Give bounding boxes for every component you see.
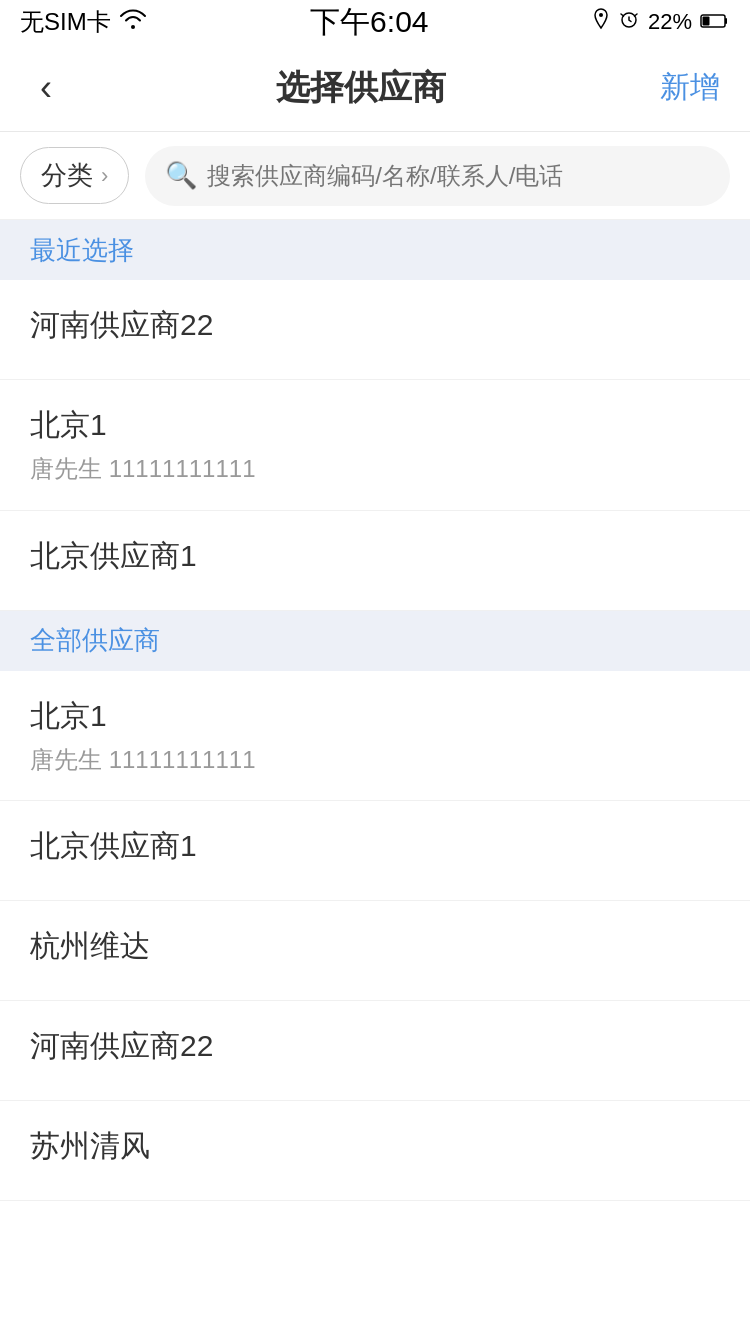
nav-bar: ‹ 选择供应商 新增 — [0, 44, 750, 132]
item-name: 苏州清风 — [30, 1125, 720, 1167]
item-sub: 唐先生 11111111111 — [30, 743, 720, 777]
battery-icon — [700, 9, 730, 35]
status-bar: 无SIM卡 下午6:04 22% — [0, 0, 750, 44]
list-item[interactable]: 北京供应商1 — [0, 511, 750, 611]
section-header-1: 全部供应商 — [0, 611, 750, 671]
alarm-icon — [618, 8, 640, 36]
carrier-text: 无SIM卡 — [20, 6, 111, 38]
status-bar-right: 22% — [592, 8, 730, 36]
chevron-right-icon: › — [101, 163, 108, 189]
list-item[interactable]: 苏州清风 — [0, 1101, 750, 1201]
add-button[interactable]: 新增 — [660, 67, 720, 108]
list-item[interactable]: 河南供应商22 — [0, 280, 750, 380]
item-sub: 唐先生 11111111111 — [30, 452, 720, 486]
svg-rect-3 — [702, 17, 709, 26]
list-item[interactable]: 北京1 唐先生 11111111111 — [0, 380, 750, 511]
search-input[interactable] — [207, 162, 710, 190]
wifi-icon — [119, 8, 147, 36]
item-name: 北京1 — [30, 404, 720, 446]
category-label: 分类 — [41, 158, 93, 193]
supplier-list: 最近选择河南供应商22 北京1 唐先生 11111111111 北京供应商1 全部供应商… — [0, 220, 750, 1201]
status-bar-time: 下午6:04 — [310, 2, 428, 43]
list-item[interactable]: 北京供应商1 — [0, 801, 750, 901]
battery-percentage: 22% — [648, 9, 692, 35]
list-item[interactable]: 河南供应商22 — [0, 1001, 750, 1101]
item-name: 北京供应商1 — [30, 535, 720, 577]
item-name: 北京供应商1 — [30, 825, 720, 867]
filter-bar: 分类 › 🔍 — [0, 132, 750, 220]
section-header-0: 最近选择 — [0, 220, 750, 280]
list-item[interactable]: 杭州维达 — [0, 901, 750, 1001]
svg-point-0 — [599, 13, 603, 17]
page-title: 选择供应商 — [276, 65, 446, 111]
item-name: 河南供应商22 — [30, 304, 720, 346]
status-bar-left: 无SIM卡 — [20, 6, 147, 38]
list-item[interactable]: 北京1 唐先生 11111111111 — [0, 671, 750, 802]
section-title-0: 最近选择 — [30, 233, 134, 268]
item-name: 河南供应商22 — [30, 1025, 720, 1067]
search-icon: 🔍 — [165, 160, 197, 191]
location-icon — [592, 8, 610, 36]
section-title-1: 全部供应商 — [30, 623, 160, 658]
item-name: 杭州维达 — [30, 925, 720, 967]
item-name: 北京1 — [30, 695, 720, 737]
search-box[interactable]: 🔍 — [145, 146, 730, 206]
category-button[interactable]: 分类 › — [20, 147, 129, 204]
back-button[interactable]: ‹ — [30, 57, 62, 119]
